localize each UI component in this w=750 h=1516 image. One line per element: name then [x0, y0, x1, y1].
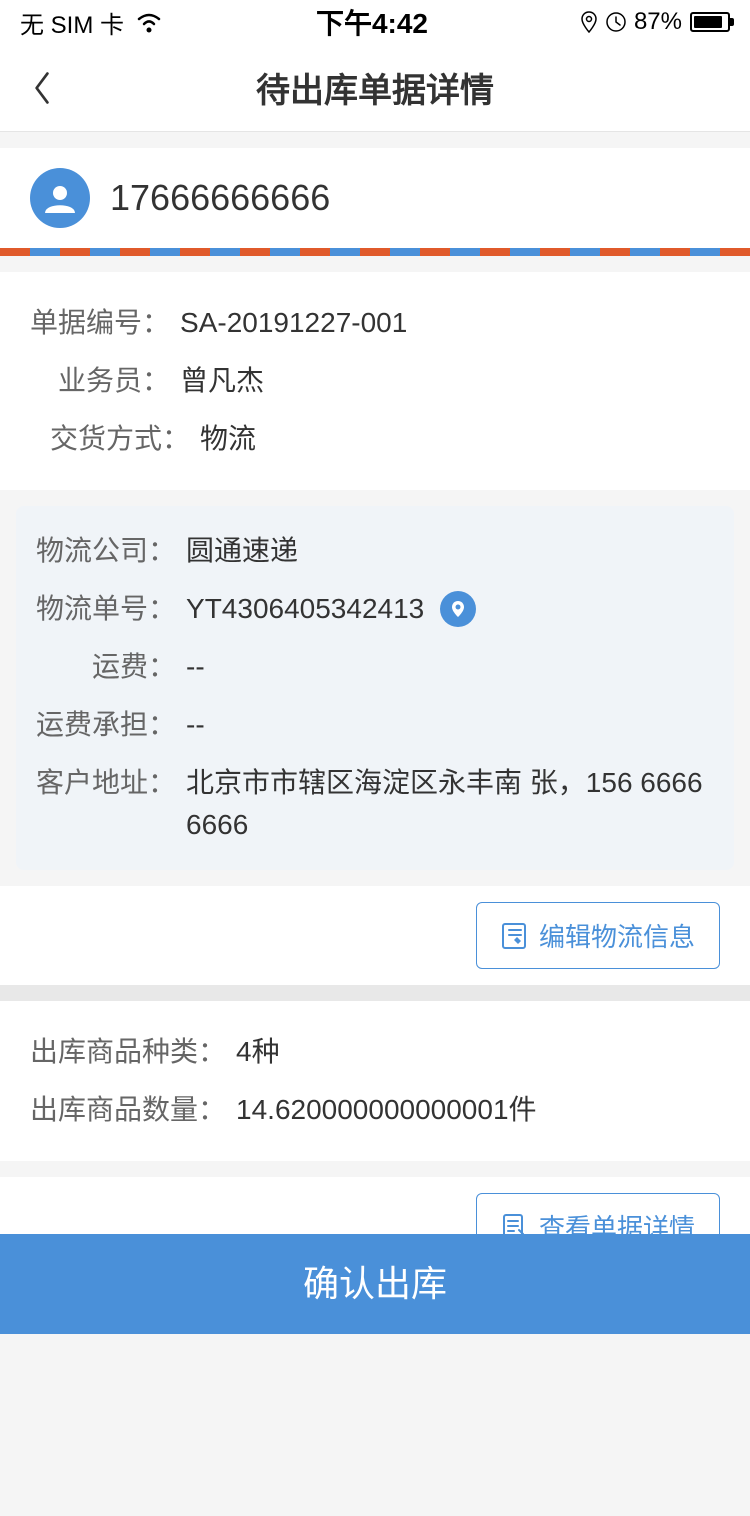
- nav-bar: 待出库单据详情: [0, 44, 750, 132]
- user-phone: 17666666666: [110, 177, 330, 219]
- goods-quantity-value: 14.620000000000001件: [226, 1089, 720, 1131]
- tracking-location-icon[interactable]: [440, 591, 476, 627]
- page-title: 待出库单据详情: [256, 63, 494, 112]
- basic-info-card: 单据编号： SA-20191227-001 业务员： 曾凡杰 交货方式： 物流: [0, 272, 750, 490]
- sales-person-row: 业务员： 曾凡杰: [30, 360, 720, 402]
- freight-bear-value: --: [176, 704, 714, 746]
- freight-bear-label: 运费承担：: [36, 704, 176, 746]
- location-status-icon: [580, 11, 598, 33]
- goods-quantity-label: 出库商品数量：: [30, 1089, 226, 1131]
- edit-logistics-button[interactable]: 编辑物流信息: [476, 902, 720, 969]
- avatar: [30, 168, 90, 228]
- document-no-row: 单据编号： SA-20191227-001: [30, 302, 720, 344]
- tracking-value-container: YT4306405342413: [176, 588, 476, 630]
- document-no-label: 单据编号：: [30, 302, 170, 344]
- confirm-button[interactable]: 确认出库: [0, 1234, 750, 1334]
- logistics-company-row: 物流公司： 圆通速递: [36, 530, 714, 572]
- tracking-number-value: YT4306405342413: [176, 588, 424, 630]
- edit-icon: [501, 922, 529, 950]
- sales-person-value: 曾凡杰: [170, 360, 720, 402]
- delivery-method-label: 交货方式：: [30, 418, 190, 460]
- back-button[interactable]: [20, 66, 64, 110]
- delivery-method-row: 交货方式： 物流: [30, 418, 720, 460]
- goods-types-value: 4种: [226, 1031, 720, 1073]
- goods-types-row: 出库商品种类： 4种: [30, 1031, 720, 1073]
- battery-text: 87%: [634, 8, 682, 36]
- dashed-divider: [0, 248, 750, 256]
- logistics-card: 物流公司： 圆通速递 物流单号： YT4306405342413 运费：: [16, 506, 734, 870]
- edit-logistics-label: 编辑物流信息: [539, 917, 695, 954]
- sales-person-label: 业务员：: [30, 360, 170, 402]
- freight-bear-row: 运费承担： --: [36, 704, 714, 746]
- freight-label: 运费：: [36, 646, 176, 688]
- status-left: 无 SIM 卡: [20, 5, 164, 40]
- document-no-value: SA-20191227-001: [170, 302, 720, 344]
- clock-status-icon: [606, 12, 626, 32]
- address-row: 客户地址： 北京市市辖区海淀区永丰南 张，156 6666 6666: [36, 762, 714, 846]
- status-bar: 无 SIM 卡 下午4:42 87%: [0, 0, 750, 44]
- goods-quantity-row: 出库商品数量： 14.620000000000001件: [30, 1089, 720, 1131]
- edit-logistics-section: 编辑物流信息: [0, 886, 750, 985]
- freight-value: --: [176, 646, 714, 688]
- freight-row: 运费： --: [36, 646, 714, 688]
- status-right: 87%: [580, 8, 730, 36]
- section-separator: [0, 985, 750, 1001]
- carrier-text: 无 SIM 卡: [20, 5, 124, 40]
- logistics-company-label: 物流公司：: [36, 530, 176, 572]
- user-header: 17666666666: [0, 148, 750, 248]
- wifi-icon: [134, 11, 164, 33]
- tracking-number-label: 物流单号：: [36, 588, 176, 630]
- address-value: 北京市市辖区海淀区永丰南 张，156 6666 6666: [176, 762, 714, 846]
- address-label: 客户地址：: [36, 762, 176, 804]
- battery-icon: [690, 12, 730, 32]
- status-time: 下午4:42: [316, 2, 428, 42]
- tracking-number-row: 物流单号： YT4306405342413: [36, 588, 714, 630]
- delivery-method-value: 物流: [190, 418, 720, 460]
- goods-types-label: 出库商品种类：: [30, 1031, 226, 1073]
- goods-info-card: 出库商品种类： 4种 出库商品数量： 14.620000000000001件: [0, 1001, 750, 1161]
- logistics-company-value: 圆通速递: [176, 530, 714, 572]
